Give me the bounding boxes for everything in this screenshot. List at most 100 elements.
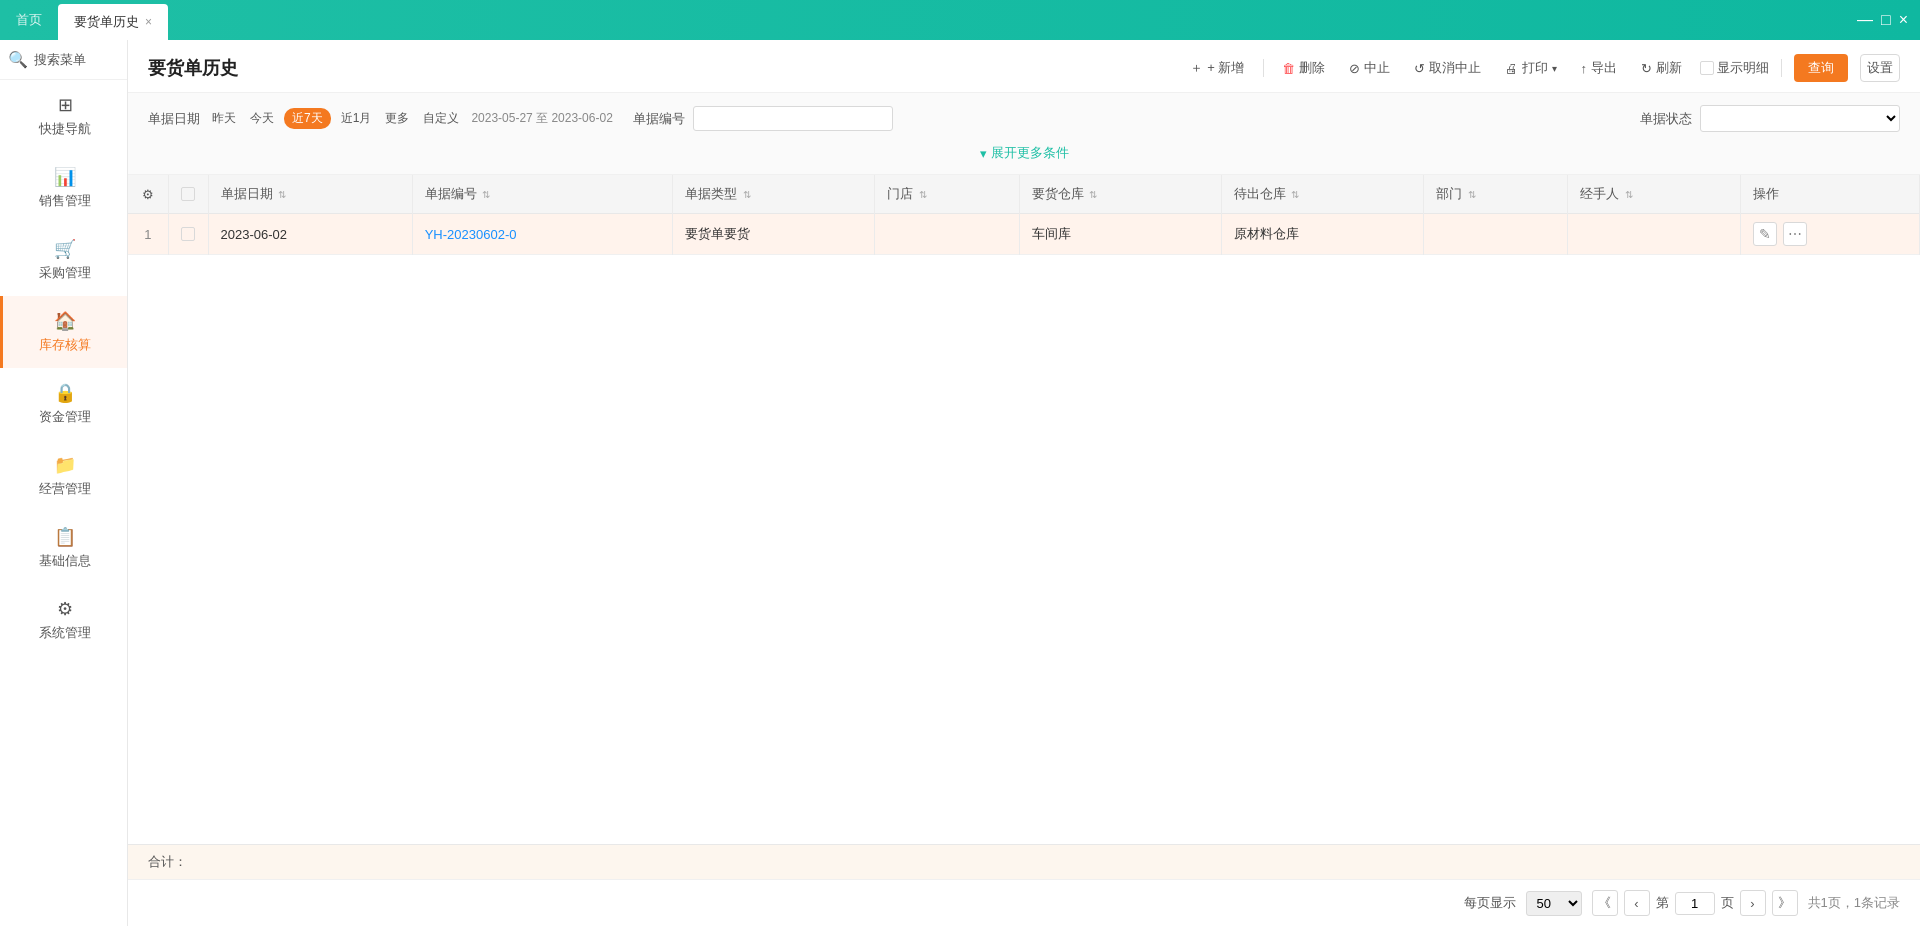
- sort-req-warehouse-icon: ⇅: [1089, 189, 1097, 200]
- sort-date-icon: ⇅: [278, 189, 286, 200]
- shortcut-yesterday[interactable]: 昨天: [208, 108, 240, 129]
- quick-nav-icon: ⊞: [58, 94, 73, 116]
- topbar-minimize-icon[interactable]: —: [1857, 11, 1873, 29]
- stop-icon: ⊘: [1349, 61, 1360, 76]
- display-detail-checkbox[interactable]: [1700, 61, 1714, 75]
- page-label-post: 页: [1721, 894, 1734, 912]
- th-department[interactable]: 部门 ⇅: [1424, 175, 1568, 214]
- row-checkbox[interactable]: [181, 227, 195, 241]
- status-select[interactable]: [1700, 105, 1900, 132]
- last-page-button[interactable]: 》: [1772, 890, 1798, 916]
- top-bar: 首页 要货单历史 × — □ ×: [0, 0, 1920, 40]
- header-checkbox[interactable]: [181, 187, 195, 201]
- tab-bar: 首页 要货单历史 ×: [0, 0, 168, 40]
- topbar-right: — □ ×: [1857, 11, 1920, 29]
- actions-cell: ✎ ⋯: [1753, 222, 1907, 246]
- display-detail-button[interactable]: 显示明细: [1700, 59, 1769, 77]
- shortcut-more[interactable]: 更多: [381, 108, 413, 129]
- doc-number-input[interactable]: [693, 106, 893, 131]
- data-table: ⚙ 单据日期 ⇅ 单据编号 ⇅: [128, 175, 1920, 255]
- page-header: 要货单历史 ＋ + 新增 🗑 删除 ⊘ 中止 ↺ 取消中止: [128, 40, 1920, 93]
- pagination-bar: 每页显示 50 100 200 《 ‹ 第 页 › 》 共1页，1条记录: [128, 879, 1920, 926]
- th-date[interactable]: 单据日期 ⇅: [208, 175, 412, 214]
- shortcut-custom[interactable]: 自定义: [419, 108, 463, 129]
- th-pending-warehouse[interactable]: 待出仓库 ⇅: [1221, 175, 1423, 214]
- table-footer: 合计：: [128, 844, 1920, 879]
- purchase-icon: 🛒: [54, 238, 76, 260]
- status-label: 单据状态: [1640, 110, 1692, 128]
- filter-doc-number: 单据编号: [633, 106, 893, 131]
- settings-button[interactable]: 设置: [1860, 54, 1900, 82]
- page-number-input[interactable]: [1675, 892, 1715, 915]
- new-button[interactable]: ＋ + 新增: [1184, 55, 1250, 81]
- shortcut-today[interactable]: 今天: [246, 108, 278, 129]
- table-body: 1 2023-06-02 YH-20230602-0 要货单要货 车间库 原材料…: [128, 214, 1920, 255]
- th-doc-type[interactable]: 单据类型 ⇅: [673, 175, 875, 214]
- doc-number-link[interactable]: YH-20230602-0: [425, 227, 517, 242]
- page-title: 要货单历史: [148, 56, 238, 80]
- th-checkbox[interactable]: [168, 175, 208, 214]
- toolbar-divider-1: [1263, 59, 1264, 77]
- next-page-button[interactable]: ›: [1740, 890, 1766, 916]
- system-icon: ⚙: [57, 598, 73, 620]
- export-button[interactable]: ↑ 导出: [1575, 55, 1624, 81]
- first-page-button[interactable]: 《: [1592, 890, 1618, 916]
- th-req-warehouse[interactable]: 要货仓库 ⇅: [1019, 175, 1221, 214]
- table-row[interactable]: 1 2023-06-02 YH-20230602-0 要货单要货 车间库 原材料…: [128, 214, 1920, 255]
- more-button[interactable]: ⋯: [1783, 222, 1807, 246]
- edit-button[interactable]: ✎: [1753, 222, 1777, 246]
- stop-button[interactable]: ⊘ 中止: [1343, 55, 1396, 81]
- sort-handler-icon: ⇅: [1625, 189, 1633, 200]
- topbar-maximize-icon[interactable]: □: [1881, 11, 1891, 29]
- shortcut-1month[interactable]: 近1月: [337, 108, 376, 129]
- sidebar-search[interactable]: 🔍 搜索菜单: [0, 40, 127, 80]
- sidebar-item-quick-nav[interactable]: ⊞ 快捷导航: [0, 80, 127, 152]
- cancel-stop-button[interactable]: ↺ 取消中止: [1408, 55, 1487, 81]
- th-doc-number[interactable]: 单据编号 ⇅: [412, 175, 673, 214]
- th-store[interactable]: 门店 ⇅: [875, 175, 1019, 214]
- expand-icon: ▾: [980, 146, 987, 161]
- cell-num: 1: [128, 214, 168, 255]
- sidebar-item-inventory[interactable]: 🏠 库存核算: [0, 296, 127, 368]
- sidebar-item-finance[interactable]: 🔒 资金管理: [0, 368, 127, 440]
- sidebar-item-purchase[interactable]: 🛒 采购管理: [0, 224, 127, 296]
- th-settings[interactable]: ⚙: [128, 175, 168, 214]
- pagination-nav: 《 ‹ 第 页 › 》: [1592, 890, 1798, 916]
- delete-button[interactable]: 🗑 删除: [1276, 55, 1331, 81]
- th-handler[interactable]: 经手人 ⇅: [1568, 175, 1741, 214]
- sort-doc-number-icon: ⇅: [482, 189, 490, 200]
- cell-checkbox[interactable]: [168, 214, 208, 255]
- sidebar-item-basic[interactable]: 📋 基础信息: [0, 512, 127, 584]
- table-container: ⚙ 单据日期 ⇅ 单据编号 ⇅: [128, 175, 1920, 844]
- shortcut-7days[interactable]: 近7天: [284, 108, 331, 129]
- close-tab-icon[interactable]: ×: [145, 15, 152, 29]
- query-button[interactable]: 查询: [1794, 54, 1848, 82]
- expand-more-button[interactable]: ▾ 展开更多条件: [148, 140, 1900, 166]
- topbar-close-icon[interactable]: ×: [1899, 11, 1908, 29]
- toolbar: ＋ + 新增 🗑 删除 ⊘ 中止 ↺ 取消中止 🖨 打: [1184, 54, 1900, 82]
- cell-pending-warehouse: 原材料仓库: [1221, 214, 1423, 255]
- doc-number-label: 单据编号: [633, 110, 685, 128]
- tab-home[interactable]: 首页: [0, 0, 58, 40]
- sidebar-item-sales[interactable]: 📊 销售管理: [0, 152, 127, 224]
- filter-bar: 单据日期 昨天 今天 近7天 近1月 更多 自定义 2023-05-27 至 2…: [128, 93, 1920, 175]
- prev-page-button[interactable]: ‹: [1624, 890, 1650, 916]
- sales-icon: 📊: [54, 166, 76, 188]
- cell-doc-type: 要货单要货: [673, 214, 875, 255]
- page-info: 共1页，1条记录: [1808, 894, 1900, 912]
- page-size-select[interactable]: 50 100 200: [1526, 891, 1582, 916]
- print-button[interactable]: 🖨 打印 ▾: [1499, 55, 1563, 81]
- sidebar-item-operations[interactable]: 📁 经营管理: [0, 440, 127, 512]
- sidebar-item-system[interactable]: ⚙ 系统管理: [0, 584, 127, 656]
- cell-store: [875, 214, 1019, 255]
- sidebar: 🔍 搜索菜单 ⊞ 快捷导航 📊 销售管理 🛒 采购管理 🏠 库存核算 🔒 资金管…: [0, 40, 128, 926]
- date-shortcuts: 昨天 今天 近7天 近1月 更多 自定义: [208, 108, 463, 129]
- cell-actions: ✎ ⋯: [1741, 214, 1920, 255]
- refresh-button[interactable]: ↻ 刷新: [1635, 55, 1688, 81]
- tab-requisition-history[interactable]: 要货单历史 ×: [58, 4, 168, 40]
- cell-department: [1424, 214, 1568, 255]
- content-area: 要货单历史 ＋ + 新增 🗑 删除 ⊘ 中止 ↺ 取消中止: [128, 40, 1920, 926]
- date-range-display: 2023-05-27 至 2023-06-02: [471, 110, 612, 127]
- finance-icon: 🔒: [54, 382, 76, 404]
- per-page-label: 每页显示: [1464, 894, 1516, 912]
